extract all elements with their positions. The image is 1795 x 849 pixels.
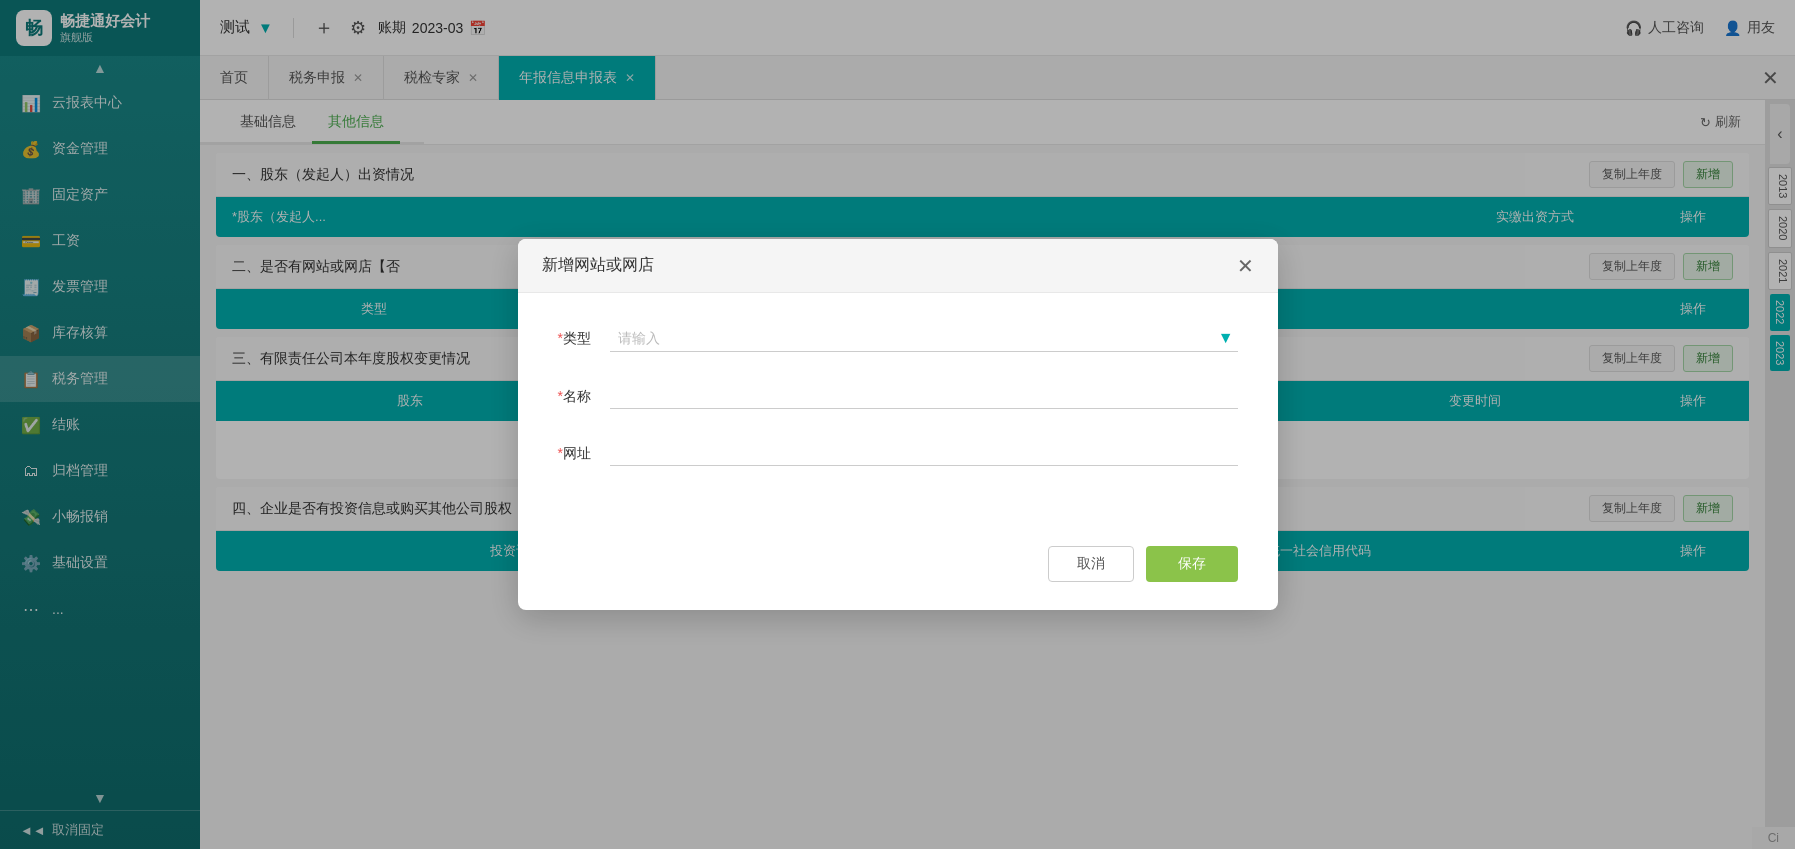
add-website-dialog: 新增网站或网店 ✕ *类型 ▼ *名称 <box>518 239 1278 610</box>
form-row-name: *名称 <box>558 384 1238 409</box>
url-input-wrap <box>610 441 1238 466</box>
cancel-button[interactable]: 取消 <box>1048 546 1134 582</box>
save-button[interactable]: 保存 <box>1146 546 1238 582</box>
url-input[interactable] <box>610 441 1238 465</box>
dialog-header: 新增网站或网店 ✕ <box>518 239 1278 293</box>
type-label: *类型 <box>558 330 598 348</box>
type-dropdown-arrow[interactable]: ▼ <box>1214 325 1238 351</box>
dialog-close-button[interactable]: ✕ <box>1237 256 1254 276</box>
name-label: *名称 <box>558 388 598 406</box>
name-input[interactable] <box>610 384 1238 408</box>
modal-overlay: 新增网站或网店 ✕ *类型 ▼ *名称 <box>0 0 1795 849</box>
url-label: *网址 <box>558 445 598 463</box>
dialog-footer: 取消 保存 <box>518 530 1278 610</box>
dialog-body: *类型 ▼ *名称 *网址 <box>518 293 1278 530</box>
type-input[interactable] <box>610 326 1214 350</box>
form-row-type: *类型 ▼ <box>558 325 1238 352</box>
type-input-wrap: ▼ <box>610 325 1238 352</box>
name-input-wrap <box>610 384 1238 409</box>
dialog-title: 新增网站或网店 <box>542 255 654 276</box>
form-row-url: *网址 <box>558 441 1238 466</box>
